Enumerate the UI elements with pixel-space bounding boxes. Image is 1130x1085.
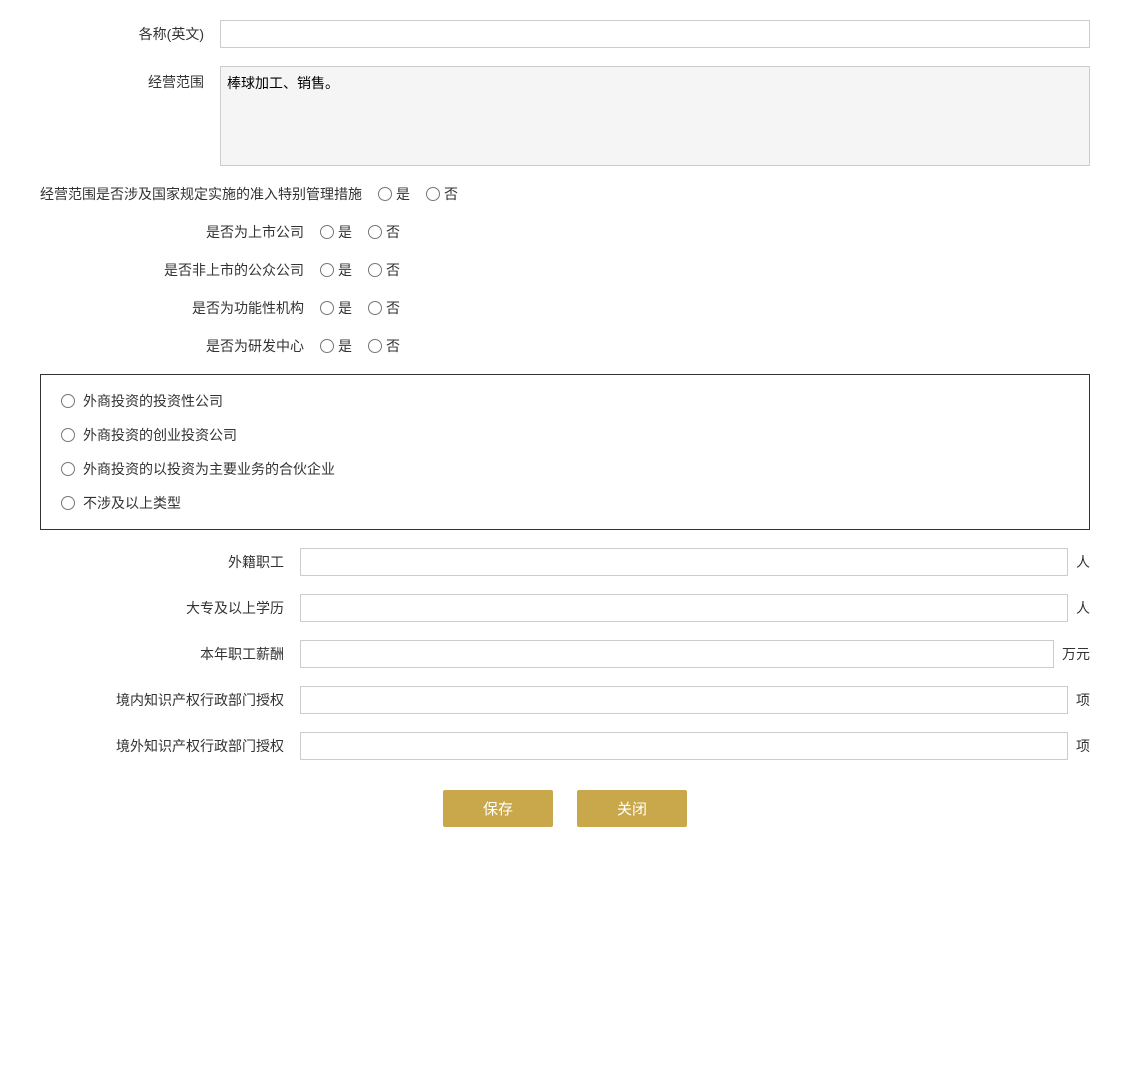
investment-company-row[interactable]: 外商投资的投资性公司	[61, 391, 1069, 411]
annual-salary-row: 本年职工薪酬 万元	[40, 640, 1090, 668]
special-mgmt-label: 经营范围是否涉及国家规定实施的准入特别管理措施	[40, 184, 378, 204]
investment-company-label: 外商投资的投资性公司	[83, 391, 223, 411]
business-scope-label: 经营范围	[40, 66, 220, 92]
partnership-label: 外商投资的以投资为主要业务的合伙企业	[83, 459, 335, 479]
public-no-item[interactable]: 否	[368, 260, 400, 280]
annual-salary-label: 本年职工薪酬	[40, 644, 300, 664]
venture-investment-label: 外商投资的创业投资公司	[83, 425, 237, 445]
public-unlisted-row: 是否非上市的公众公司 是 否	[40, 260, 1090, 280]
domestic-ip-input[interactable]	[300, 686, 1068, 714]
listed-no-item[interactable]: 否	[368, 222, 400, 242]
not-applicable-radio[interactable]	[61, 496, 75, 510]
special-mgmt-radio-group: 是 否	[378, 184, 458, 204]
functional-org-row: 是否为功能性机构 是 否	[40, 298, 1090, 318]
domestic-ip-row: 境内知识产权行政部门授权 项	[40, 686, 1090, 714]
not-applicable-label: 不涉及以上类型	[83, 493, 181, 513]
partnership-row[interactable]: 外商投资的以投资为主要业务的合伙企业	[61, 459, 1069, 479]
functional-yes-label: 是	[338, 298, 352, 318]
public-unlisted-label: 是否非上市的公众公司	[40, 260, 320, 280]
domestic-ip-unit: 项	[1076, 690, 1090, 710]
functional-yes-radio[interactable]	[320, 301, 334, 315]
annual-salary-input[interactable]	[300, 640, 1054, 668]
public-yes-label: 是	[338, 260, 352, 280]
business-scope-textarea[interactable]: 棒球加工、销售。	[220, 66, 1090, 166]
annual-salary-unit: 万元	[1062, 644, 1090, 664]
special-mgmt-yes-label: 是	[396, 184, 410, 204]
name-en-label: 各称(英文)	[40, 24, 220, 44]
rd-center-radio-group: 是 否	[320, 336, 400, 356]
listed-yes-radio[interactable]	[320, 225, 334, 239]
public-no-radio[interactable]	[368, 263, 382, 277]
public-yes-radio[interactable]	[320, 263, 334, 277]
special-mgmt-no-radio[interactable]	[426, 187, 440, 201]
overseas-ip-label: 境外知识产权行政部门授权	[40, 736, 300, 756]
button-row: 保存 关闭	[40, 790, 1090, 827]
functional-yes-item[interactable]: 是	[320, 298, 352, 318]
save-button[interactable]: 保存	[443, 790, 553, 827]
investment-type-box: 外商投资的投资性公司 外商投资的创业投资公司 外商投资的以投资为主要业务的合伙企…	[40, 374, 1090, 530]
special-mgmt-no-label: 否	[444, 184, 458, 204]
functional-org-radio-group: 是 否	[320, 298, 400, 318]
rd-no-item[interactable]: 否	[368, 336, 400, 356]
college-degree-unit: 人	[1076, 598, 1090, 618]
overseas-ip-input[interactable]	[300, 732, 1068, 760]
domestic-ip-label: 境内知识产权行政部门授权	[40, 690, 300, 710]
listed-no-label: 否	[386, 222, 400, 242]
overseas-ip-row: 境外知识产权行政部门授权 项	[40, 732, 1090, 760]
name-en-row: 各称(英文)	[40, 20, 1090, 48]
functional-no-label: 否	[386, 298, 400, 318]
listed-company-radio-group: 是 否	[320, 222, 400, 242]
rd-yes-label: 是	[338, 336, 352, 356]
public-unlisted-radio-group: 是 否	[320, 260, 400, 280]
college-degree-row: 大专及以上学历 人	[40, 594, 1090, 622]
college-degree-label: 大专及以上学历	[40, 598, 300, 618]
listed-company-row: 是否为上市公司 是 否	[40, 222, 1090, 242]
rd-yes-item[interactable]: 是	[320, 336, 352, 356]
listed-no-radio[interactable]	[368, 225, 382, 239]
investment-company-radio[interactable]	[61, 394, 75, 408]
special-mgmt-yes-item[interactable]: 是	[378, 184, 410, 204]
rd-no-radio[interactable]	[368, 339, 382, 353]
special-mgmt-no-item[interactable]: 否	[426, 184, 458, 204]
overseas-ip-unit: 项	[1076, 736, 1090, 756]
functional-no-item[interactable]: 否	[368, 298, 400, 318]
not-applicable-row[interactable]: 不涉及以上类型	[61, 493, 1069, 513]
functional-org-label: 是否为功能性机构	[40, 298, 320, 318]
business-scope-row: 经营范围 棒球加工、销售。	[40, 66, 1090, 166]
foreign-workers-input[interactable]	[300, 548, 1068, 576]
foreign-workers-unit: 人	[1076, 552, 1090, 572]
venture-investment-row[interactable]: 外商投资的创业投资公司	[61, 425, 1069, 445]
rd-yes-radio[interactable]	[320, 339, 334, 353]
rd-center-label: 是否为研发中心	[40, 336, 320, 356]
form-container: 各称(英文) 经营范围 棒球加工、销售。 经营范围是否涉及国家规定实施的准入特别…	[40, 20, 1090, 827]
listed-yes-item[interactable]: 是	[320, 222, 352, 242]
special-mgmt-row: 经营范围是否涉及国家规定实施的准入特别管理措施 是 否	[40, 184, 1090, 204]
partnership-radio[interactable]	[61, 462, 75, 476]
venture-investment-radio[interactable]	[61, 428, 75, 442]
public-no-label: 否	[386, 260, 400, 280]
public-yes-item[interactable]: 是	[320, 260, 352, 280]
listed-yes-label: 是	[338, 222, 352, 242]
foreign-workers-label: 外籍职工	[40, 552, 300, 572]
rd-no-label: 否	[386, 336, 400, 356]
close-button[interactable]: 关闭	[577, 790, 687, 827]
special-mgmt-yes-radio[interactable]	[378, 187, 392, 201]
rd-center-row: 是否为研发中心 是 否	[40, 336, 1090, 356]
foreign-workers-row: 外籍职工 人	[40, 548, 1090, 576]
listed-company-label: 是否为上市公司	[40, 222, 320, 242]
name-en-input[interactable]	[220, 20, 1090, 48]
functional-no-radio[interactable]	[368, 301, 382, 315]
college-degree-input[interactable]	[300, 594, 1068, 622]
